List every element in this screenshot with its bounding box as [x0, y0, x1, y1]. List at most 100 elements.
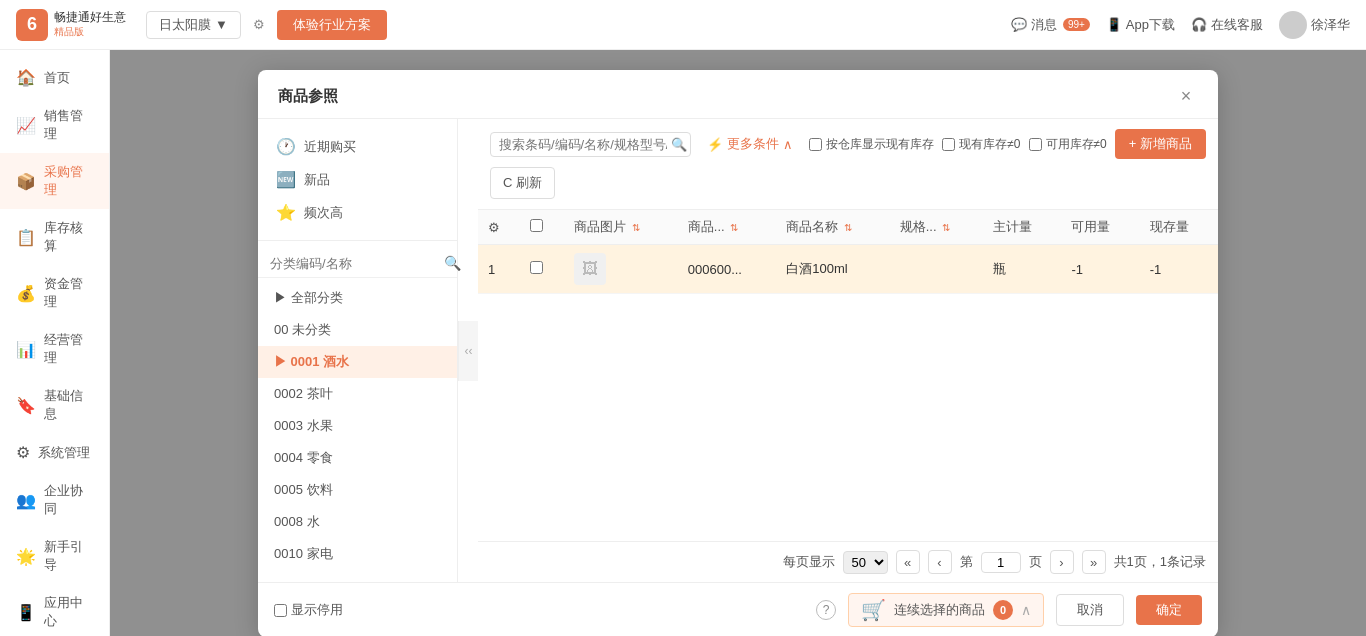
help-icon[interactable]: ?	[816, 600, 836, 620]
available-checkbox[interactable]	[1029, 138, 1042, 151]
per-page-label: 每页显示	[783, 553, 835, 571]
nav-item-new[interactable]: 🆕 新品	[266, 164, 449, 195]
sidebar-item-system[interactable]: ⚙ 系统管理	[0, 433, 109, 472]
system-icon: ⚙	[16, 443, 30, 462]
col-image: 商品图片 ⇅	[564, 210, 678, 245]
sort-icon: ⇅	[632, 222, 640, 233]
confirm-button[interactable]: 确定	[1136, 595, 1202, 625]
show-disabled-checkbox[interactable]	[274, 604, 287, 617]
nav-dropdown[interactable]: 日太阳膜 ▼	[146, 11, 241, 39]
page-unit: 页	[1029, 553, 1042, 571]
sidebar-item-collab[interactable]: 👥 企业协同	[0, 472, 109, 528]
sidebar-item-apps[interactable]: 📱 应用中心	[0, 584, 109, 636]
search-icon[interactable]: 🔍	[444, 255, 461, 271]
sidebar-item-finance[interactable]: 💰 资金管理	[0, 265, 109, 321]
sidebar-item-label: 首页	[44, 69, 70, 87]
guide-icon: 🌟	[16, 547, 36, 566]
product-table-container: ⚙ 商品图片 ⇅ 商品... ⇅	[478, 210, 1218, 541]
online-service-item[interactable]: 🎧 在线客服	[1191, 16, 1263, 34]
notification-item[interactable]: 💬 消息 99+	[1011, 16, 1090, 34]
notification-badge: 99+	[1063, 18, 1090, 31]
cart-icon: 🛒	[861, 598, 886, 622]
sidebar-item-home[interactable]: 🏠 首页	[0, 58, 109, 97]
cart-area: 🛒 连续选择的商品 0 ∧	[848, 593, 1044, 627]
col-settings[interactable]: ⚙	[478, 210, 520, 245]
filter-icon: ⚡	[707, 137, 723, 152]
cell-checkbox[interactable]	[520, 245, 564, 294]
total-info: 共1页，1条记录	[1114, 553, 1206, 571]
sidebar-item-inventory[interactable]: 📋 库存核算	[0, 209, 109, 265]
add-product-button[interactable]: + 新增商品	[1115, 129, 1206, 159]
footer-right: ? 🛒 连续选择的商品 0 ∧ 取消 确定	[816, 593, 1202, 627]
cell-image: 🖼	[564, 245, 678, 294]
refresh-button[interactable]: C 刷新	[490, 167, 555, 199]
pagination: 每页显示 50 « ‹ 第 页 › » 共1页，1条记录	[478, 541, 1218, 582]
sidebar-item-basics[interactable]: 🔖 基础信息	[0, 377, 109, 433]
dialog-close-button[interactable]: ×	[1174, 84, 1198, 108]
sidebar-item-label: 经营管理	[44, 331, 93, 367]
show-disabled-label[interactable]: 显示停用	[274, 601, 343, 619]
nav-item-frequent[interactable]: ⭐ 频次高	[266, 197, 449, 228]
category-tea[interactable]: 0002 茶叶	[258, 378, 457, 410]
sidebar-item-sales[interactable]: 📈 销售管理	[0, 97, 109, 153]
category-all[interactable]: ▶ 全部分类	[258, 282, 457, 314]
table-row[interactable]: 1 🖼 000600... 白酒100ml 瓶	[478, 245, 1218, 294]
first-page-button[interactable]: «	[896, 550, 920, 574]
cell-spec	[890, 245, 983, 294]
sidebar-item-label: 应用中心	[44, 594, 93, 630]
col-checkbox[interactable]	[520, 210, 564, 245]
next-page-button[interactable]: ›	[1050, 550, 1074, 574]
category-drink[interactable]: 0005 饮料	[258, 474, 457, 506]
cancel-button[interactable]: 取消	[1056, 594, 1124, 626]
category-appliance[interactable]: 0010 家电	[258, 538, 457, 570]
cell-stock: -1	[1140, 245, 1218, 294]
finance-icon: 💰	[16, 284, 36, 303]
sidebar-item-operations[interactable]: 📊 经营管理	[0, 321, 109, 377]
prev-page-button[interactable]: ‹	[928, 550, 952, 574]
filter-button[interactable]: ⚡ 更多条件 ∧	[699, 131, 801, 157]
sidebar-item-label: 资金管理	[44, 275, 93, 311]
sidebar-item-guide[interactable]: 🌟 新手引导	[0, 528, 109, 584]
stock-checkbox[interactable]	[942, 138, 955, 151]
search-icon[interactable]: 🔍	[671, 137, 687, 152]
page-label: 第	[960, 553, 973, 571]
purchase-icon: 📦	[16, 172, 36, 191]
nav-item-recent[interactable]: 🕐 近期购买	[266, 131, 449, 162]
app-download-item[interactable]: 📱 App下载	[1106, 16, 1175, 34]
gear-icon[interactable]: ⚙	[253, 17, 265, 32]
trial-button[interactable]: 体验行业方案	[277, 10, 387, 40]
collab-icon: 👥	[16, 491, 36, 510]
available-checkbox-label[interactable]: 可用库存≠0	[1029, 136, 1107, 153]
category-snack[interactable]: 0004 零食	[258, 442, 457, 474]
home-icon: 🏠	[16, 68, 36, 87]
last-page-button[interactable]: »	[1082, 550, 1106, 574]
message-icon: 💬	[1011, 17, 1027, 32]
collapse-icon[interactable]: ∧	[1021, 602, 1031, 618]
category-fruit[interactable]: 0003 水果	[258, 410, 457, 442]
warehouse-checkbox-label[interactable]: 按仓库显示现有库存	[809, 136, 934, 153]
category-uncategorized[interactable]: 00 未分类	[258, 314, 457, 346]
sidebar-item-purchase[interactable]: 📦 采购管理	[0, 153, 109, 209]
row-checkbox[interactable]	[530, 261, 543, 274]
page-input[interactable]	[981, 552, 1021, 573]
product-table: ⚙ 商品图片 ⇅ 商品... ⇅	[478, 210, 1218, 294]
per-page-select[interactable]: 50	[843, 551, 888, 574]
category-liquor[interactable]: ▶ 0001 酒水	[258, 346, 457, 378]
select-all-checkbox[interactable]	[530, 219, 543, 232]
category-water[interactable]: 0008 水	[258, 506, 457, 538]
sidebar-item-label: 系统管理	[38, 444, 90, 462]
col-unit: 主计量	[983, 210, 1061, 245]
product-search-input[interactable]	[499, 137, 667, 152]
toolbar: 🔍 ⚡ 更多条件 ∧ 按仓库显示现有库存	[478, 119, 1218, 210]
sort-icon: ⇅	[730, 222, 738, 233]
star-icon: ⭐	[276, 203, 296, 222]
user-area[interactable]: 徐泽华	[1279, 11, 1350, 39]
stock-checkbox-label[interactable]: 现有库存≠0	[942, 136, 1020, 153]
cell-num: 1	[478, 245, 520, 294]
collapse-button[interactable]: ‹‹	[458, 321, 478, 381]
col-name: 商品名称 ⇅	[776, 210, 890, 245]
warehouse-checkbox[interactable]	[809, 138, 822, 151]
recent-icon: 🕐	[276, 137, 296, 156]
category-search-input[interactable]	[270, 256, 438, 271]
modal-overlay: 商品参照 × 🕐 近期购买 🆕	[110, 50, 1366, 636]
